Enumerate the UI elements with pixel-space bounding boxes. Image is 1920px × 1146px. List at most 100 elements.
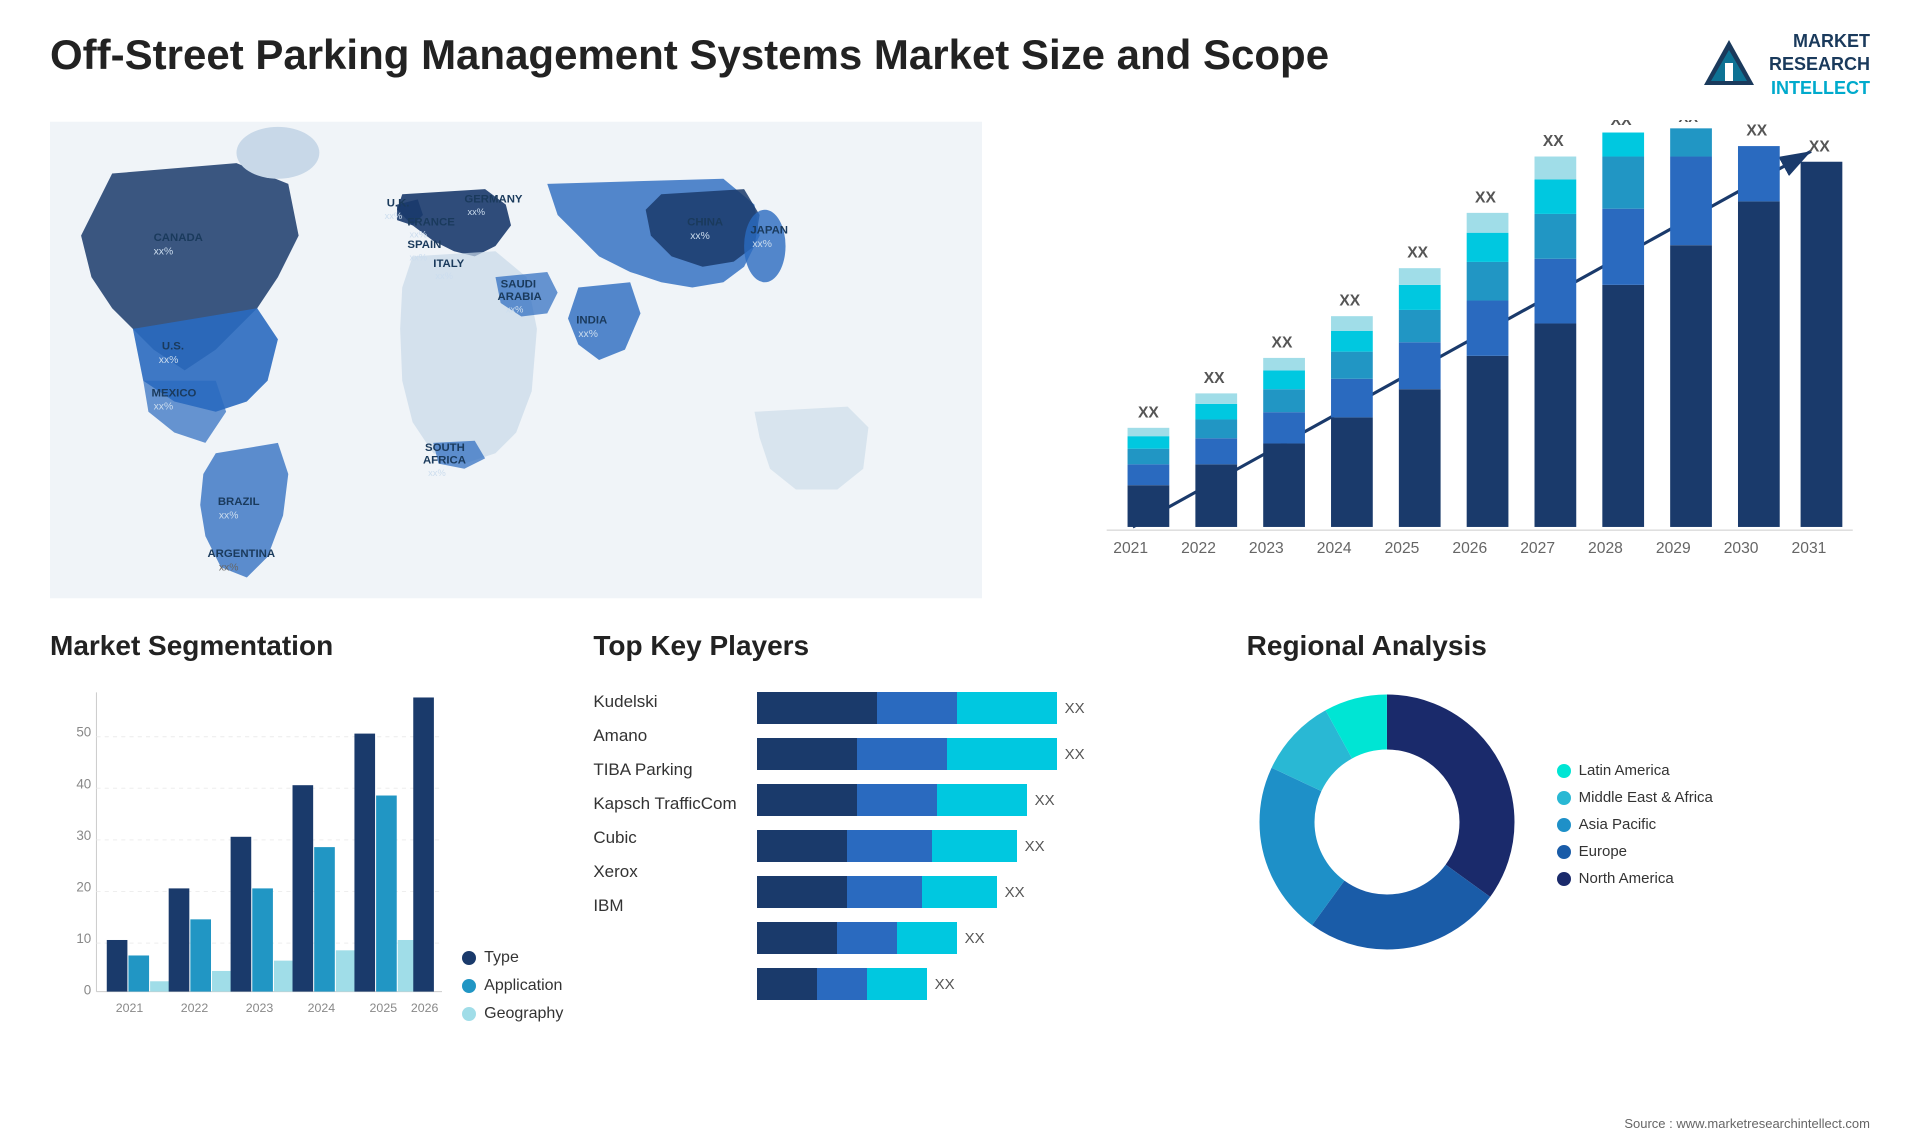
svg-text:2023: 2023 — [246, 1001, 274, 1015]
segmentation-section: Market Segmentation 0 10 20 30 40 50 — [50, 630, 563, 1050]
bar-amano: XX — [757, 738, 1217, 770]
svg-text:FRANCE: FRANCE — [407, 216, 455, 228]
bar-xerox: XX — [757, 922, 1217, 954]
type-label: Type — [484, 949, 519, 967]
app-label: Application — [484, 977, 562, 995]
regional-body: Latin America Middle East & Africa Asia … — [1247, 682, 1870, 967]
seg-legend: Type Application Geography — [462, 949, 563, 1043]
key-players-section: Top Key Players Kudelski Amano TIBA Park… — [593, 630, 1216, 1050]
bar-amano-inner — [757, 738, 1057, 770]
reg-item-apac: Asia Pacific — [1557, 816, 1713, 833]
svg-text:2023: 2023 — [1249, 540, 1284, 557]
bar-ibm-inner — [757, 968, 927, 1000]
svg-text:XX: XX — [1611, 120, 1632, 129]
svg-text:2025: 2025 — [370, 1001, 398, 1015]
svg-text:XX: XX — [1204, 370, 1225, 387]
legend-item-geo: Geography — [462, 1005, 563, 1023]
regional-title: Regional Analysis — [1247, 630, 1870, 662]
svg-text:2028: 2028 — [1588, 540, 1623, 557]
bar-ibm: XX — [757, 968, 1217, 1000]
svg-text:2026: 2026 — [1453, 540, 1488, 557]
player-xerox: Xerox — [593, 862, 736, 882]
logo-icon — [1699, 35, 1759, 95]
regional-legend: Latin America Middle East & Africa Asia … — [1557, 762, 1713, 887]
na-label: North America — [1579, 870, 1674, 887]
svg-text:CHINA: CHINA — [687, 216, 723, 228]
svg-text:XX: XX — [1747, 123, 1768, 140]
reg-item-na: North America — [1557, 870, 1713, 887]
svg-text:BRAZIL: BRAZIL — [218, 496, 260, 508]
svg-text:GERMANY: GERMANY — [464, 194, 523, 206]
svg-text:2022: 2022 — [181, 1001, 209, 1015]
apac-label: Asia Pacific — [1579, 816, 1657, 833]
val-kudelski: XX — [1065, 700, 1085, 717]
svg-text:2024: 2024 — [308, 1001, 336, 1015]
player-tiba: TIBA Parking — [593, 760, 736, 780]
players-list: Kudelski Amano TIBA Parking Kapsch Traff… — [593, 682, 1216, 1000]
svg-text:xx%: xx% — [385, 211, 403, 221]
svg-text:XX: XX — [1809, 138, 1830, 155]
donut-container — [1247, 682, 1527, 967]
svg-text:10: 10 — [76, 931, 91, 946]
val-ibm: XX — [935, 976, 955, 993]
svg-text:xx%: xx% — [578, 329, 598, 340]
svg-text:JAPAN: JAPAN — [750, 225, 788, 237]
logo-line2: RESEARCH — [1769, 53, 1870, 76]
val-kapsch: XX — [1025, 838, 1045, 855]
page-container: Off-Street Parking Management Systems Ma… — [0, 0, 1920, 1146]
svg-text:XX: XX — [1543, 133, 1564, 150]
svg-text:xx%: xx% — [219, 511, 239, 522]
europe-dot — [1557, 845, 1571, 859]
val-cubic: XX — [1005, 884, 1025, 901]
svg-text:2027: 2027 — [1521, 540, 1556, 557]
svg-text:INDIA: INDIA — [576, 315, 607, 327]
player-amano: Amano — [593, 726, 736, 746]
svg-text:xx%: xx% — [154, 247, 174, 258]
geo-dot — [462, 1007, 476, 1021]
logo-text: MARKET RESEARCH INTELLECT — [1769, 30, 1870, 100]
reg-item-europe: Europe — [1557, 843, 1713, 860]
donut-svg — [1247, 682, 1527, 962]
player-kudelski: Kudelski — [593, 692, 736, 712]
svg-text:xx%: xx% — [409, 253, 427, 263]
app-dot — [462, 979, 476, 993]
svg-text:XX: XX — [1408, 245, 1429, 262]
reg-item-latin: Latin America — [1557, 762, 1713, 779]
svg-text:CANADA: CANADA — [154, 232, 203, 244]
svg-text:SPAIN: SPAIN — [407, 239, 441, 251]
svg-text:2024: 2024 — [1317, 540, 1352, 557]
logo-area: MARKET RESEARCH INTELLECT — [1699, 30, 1870, 100]
svg-text:AFRICA: AFRICA — [423, 455, 466, 467]
bottom-section: Market Segmentation 0 10 20 30 40 50 — [50, 630, 1870, 1050]
svg-text:xx%: xx% — [154, 402, 174, 413]
svg-text:SOUTH: SOUTH — [425, 442, 465, 454]
bar-kudelski-inner — [757, 692, 1057, 724]
val-amano: XX — [1065, 746, 1085, 763]
svg-text:xx%: xx% — [428, 468, 446, 478]
svg-text:2031: 2031 — [1792, 540, 1827, 557]
player-cubic: Cubic — [593, 828, 736, 848]
mea-dot — [1557, 791, 1571, 805]
svg-text:xx%: xx% — [690, 231, 710, 242]
svg-text:XX: XX — [1679, 120, 1699, 126]
bar-chart-container: XX XX XX — [1022, 120, 1870, 600]
svg-text:xx%: xx% — [435, 271, 453, 281]
val-tiba: XX — [1035, 792, 1055, 809]
bar-chart-svg: XX XX XX — [1022, 120, 1870, 600]
svg-text:XX: XX — [1138, 405, 1159, 422]
bar-kapsch: XX — [757, 830, 1217, 862]
svg-text:2021: 2021 — [1114, 540, 1149, 557]
player-names: Kudelski Amano TIBA Parking Kapsch Traff… — [593, 682, 736, 1000]
bar-cubic: XX — [757, 876, 1217, 908]
svg-text:XX: XX — [1340, 293, 1361, 310]
svg-text:SAUDI: SAUDI — [501, 279, 536, 291]
svg-text:xx%: xx% — [159, 355, 179, 366]
logo-line1: MARKET — [1769, 30, 1870, 53]
svg-text:2021: 2021 — [116, 1001, 144, 1015]
logo-line3: INTELLECT — [1769, 77, 1870, 100]
svg-text:2030: 2030 — [1724, 540, 1759, 557]
svg-text:U.S.: U.S. — [162, 341, 184, 353]
svg-text:0: 0 — [84, 983, 91, 998]
legend-item-type: Type — [462, 949, 563, 967]
key-players-title: Top Key Players — [593, 630, 1216, 662]
